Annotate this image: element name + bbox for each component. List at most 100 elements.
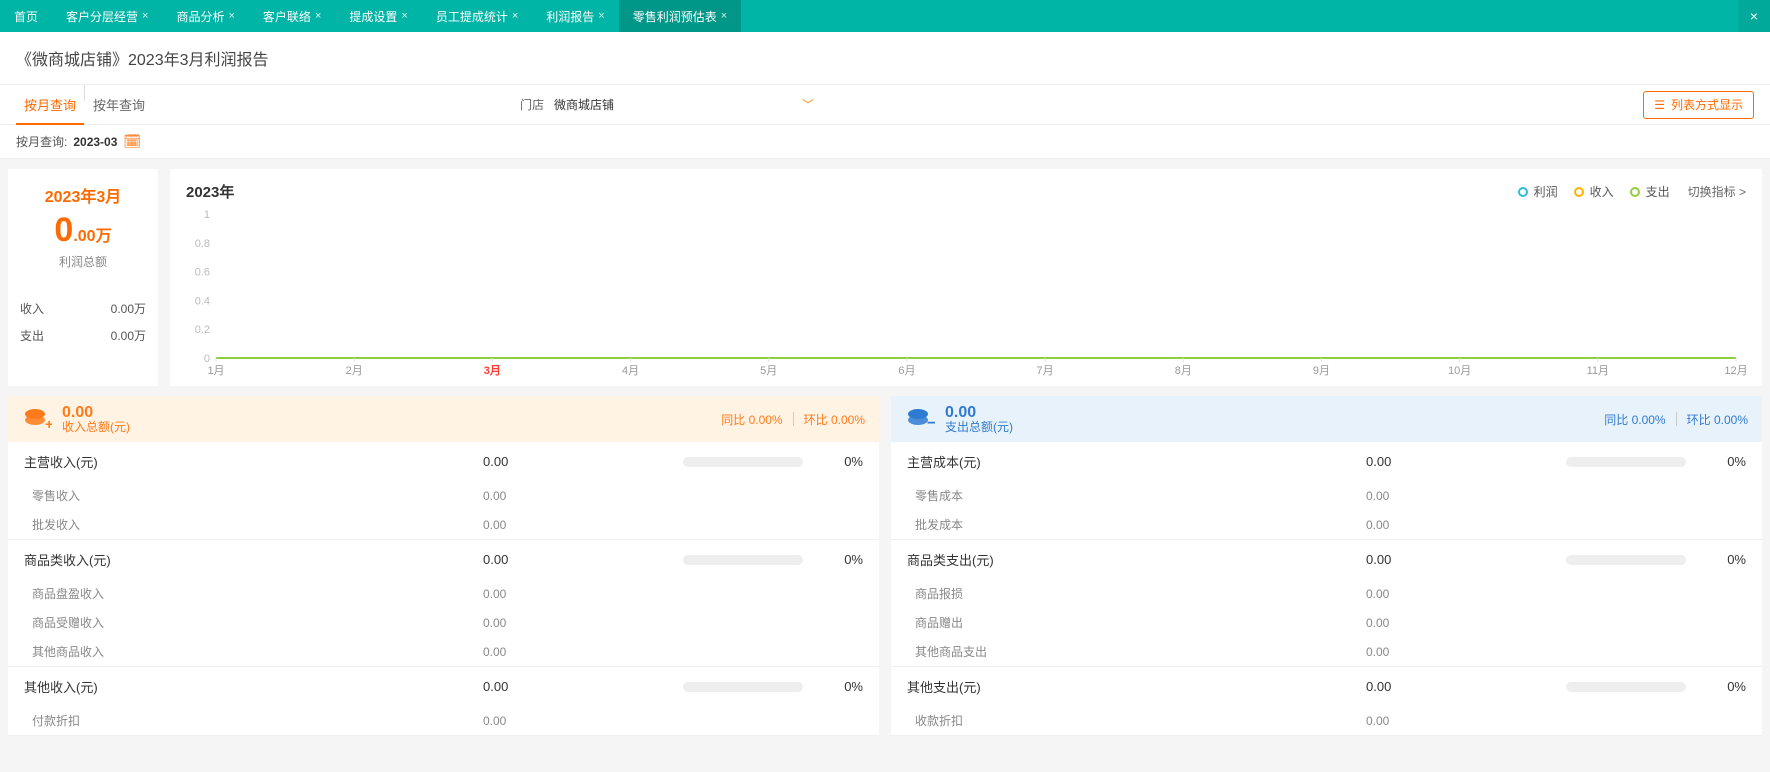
svg-text:10月: 10月 [1448,365,1471,377]
nav-tab[interactable]: 商品分析× [162,0,248,32]
filter-tab[interactable]: 按年查询 [85,85,153,125]
svg-text:12月: 12月 [1724,365,1746,377]
nav-tab[interactable]: 首页 [0,0,52,32]
summary-amount-label: 利润总额 [20,253,146,270]
progress-bar [1566,457,1686,467]
expense-label: 支出总额(元) [945,421,1013,434]
svg-text:0.8: 0.8 [195,238,210,250]
legend-dot-income-icon [1574,187,1584,197]
nav-tab[interactable]: 利润报告× [532,0,618,32]
svg-text:3月: 3月 [484,364,501,377]
sub-row: 商品受赠收入0.00 [8,608,879,637]
expense-header: − 0.00 支出总额(元) 同比 0.00% 环比 0.00% [891,396,1762,442]
expense-panel: − 0.00 支出总额(元) 同比 0.00% 环比 0.00% 主营成本(元)0… [891,396,1762,736]
chart-title: 2023年 [186,181,234,202]
query-value: 2023-03 [73,135,117,149]
progress-bar [683,555,803,565]
ratio: 同比 0.00% [1604,411,1665,428]
calendar-icon[interactable]: 🗓 [123,133,141,150]
group-row: 主营成本(元)0.000% [891,442,1762,481]
progress-bar [1566,682,1686,692]
chart-legend: 利润 收入 支出 [1518,183,1670,200]
summary-amount: 0.00万 [20,213,146,247]
nav-tab[interactable]: 客户分层经营× [52,0,162,32]
svg-text:2月: 2月 [346,365,363,377]
nav-tab[interactable]: 员工提成统计× [422,0,532,32]
group-row: 商品类收入(元)0.000% [8,540,879,579]
switch-metric-button[interactable]: 切换指标 > [1688,183,1746,200]
sub-row: 付款折扣0.00 [8,706,879,735]
list-view-button[interactable]: ☰ 列表方式显示 [1643,91,1754,119]
group: 商品类收入(元)0.000%商品盘盈收入0.00商品受赠收入0.00其他商品收入… [8,540,879,667]
top-nav: 首页客户分层经营×商品分析×客户联络×提成设置×员工提成统计×利润报告×零售利润… [0,0,1770,32]
expense-amount: 0.00 [945,404,1013,422]
svg-text:1月: 1月 [207,365,224,377]
sub-row: 商品报损0.00 [891,579,1762,608]
ratio: 环比 0.00% [804,411,865,428]
chart-body: 10.80.60.40.201月2月3月4月5月6月7月8月9月10月11月12… [186,208,1746,378]
svg-text:9月: 9月 [1313,365,1330,377]
close-icon[interactable]: × [315,10,321,22]
group: 主营成本(元)0.000%零售成本0.00批发成本0.00 [891,442,1762,540]
close-all-button[interactable]: × [1738,0,1770,32]
legend-dot-expense-icon [1630,187,1640,197]
sub-row: 批发收入0.00 [8,510,879,539]
list-view-label: 列表方式显示 [1671,96,1743,113]
store-value: 微商城店铺 [554,96,614,113]
group: 主营收入(元)0.000%零售收入0.00批发收入0.00 [8,442,879,540]
svg-text:4月: 4月 [622,365,639,377]
svg-text:11月: 11月 [1587,365,1609,377]
query-label: 按月查询: [16,133,67,150]
ratio: 环比 0.00% [1687,411,1748,428]
close-icon[interactable]: × [142,10,148,22]
income-amount: 0.00 [62,404,130,422]
sub-row: 零售成本0.00 [891,481,1762,510]
ratio: 同比 0.00% [721,411,782,428]
expense-icon: − [905,404,935,434]
chevron-down-icon: ﹀ [802,96,814,113]
summary-month: 2023年3月 [20,183,146,207]
income-header: + 0.00 收入总额(元) 同比 0.00% 环比 0.00% [8,396,879,442]
close-icon[interactable]: × [228,10,234,22]
nav-tab[interactable]: 提成设置× [335,0,421,32]
group: 商品类支出(元)0.000%商品报损0.00商品赠出0.00其他商品支出0.00 [891,540,1762,667]
svg-text:0.4: 0.4 [195,295,210,307]
progress-bar [683,457,803,467]
svg-text:6月: 6月 [898,365,915,377]
store-selector[interactable]: 门店 微商城店铺 ﹀ [520,96,814,113]
summary-row: 收入0.00万 [20,300,146,317]
filter-tab[interactable]: 按月查询 [16,85,84,125]
income-label: 收入总额(元) [62,421,130,434]
group: 其他收入(元)0.000%付款折扣0.00 [8,667,879,736]
close-icon[interactable]: × [598,10,604,22]
progress-bar [683,682,803,692]
income-icon: + [22,404,52,434]
group: 其他支出(元)0.000%收款折扣0.00 [891,667,1762,736]
svg-text:7月: 7月 [1037,365,1054,377]
query-line: 按月查询: 2023-03 🗓 [0,125,1770,159]
sub-row: 其他商品支出0.00 [891,637,1762,666]
close-icon[interactable]: × [512,10,518,22]
svg-text:+: + [45,416,52,432]
group-row: 主营收入(元)0.000% [8,442,879,481]
group-row: 商品类支出(元)0.000% [891,540,1762,579]
nav-tab[interactable]: 客户联络× [249,0,335,32]
summary-card: 2023年3月 0.00万 利润总额 收入0.00万支出0.00万 [8,169,158,386]
sub-row: 商品盘盈收入0.00 [8,579,879,608]
nav-tab[interactable]: 零售利润预估表× [619,0,741,32]
svg-text:0.2: 0.2 [195,324,210,336]
sub-row: 其他商品收入0.00 [8,637,879,666]
sub-row: 批发成本0.00 [891,510,1762,539]
income-panel: + 0.00 收入总额(元) 同比 0.00% 环比 0.00% 主营收入(元)0… [8,396,879,736]
svg-text:5月: 5月 [760,365,777,377]
page-title: 《微商城店铺》2023年3月利润报告 [0,32,1770,85]
close-icon[interactable]: × [721,10,727,22]
svg-text:8月: 8月 [1175,365,1192,377]
filter-bar: 按月查询按年查询 门店 微商城店铺 ﹀ ☰ 列表方式显示 [0,85,1770,125]
svg-text:−: − [927,415,935,432]
store-label: 门店 [520,96,544,113]
svg-text:0: 0 [204,353,210,365]
sub-row: 收款折扣0.00 [891,706,1762,735]
close-icon[interactable]: × [401,10,407,22]
list-icon: ☰ [1654,98,1665,112]
